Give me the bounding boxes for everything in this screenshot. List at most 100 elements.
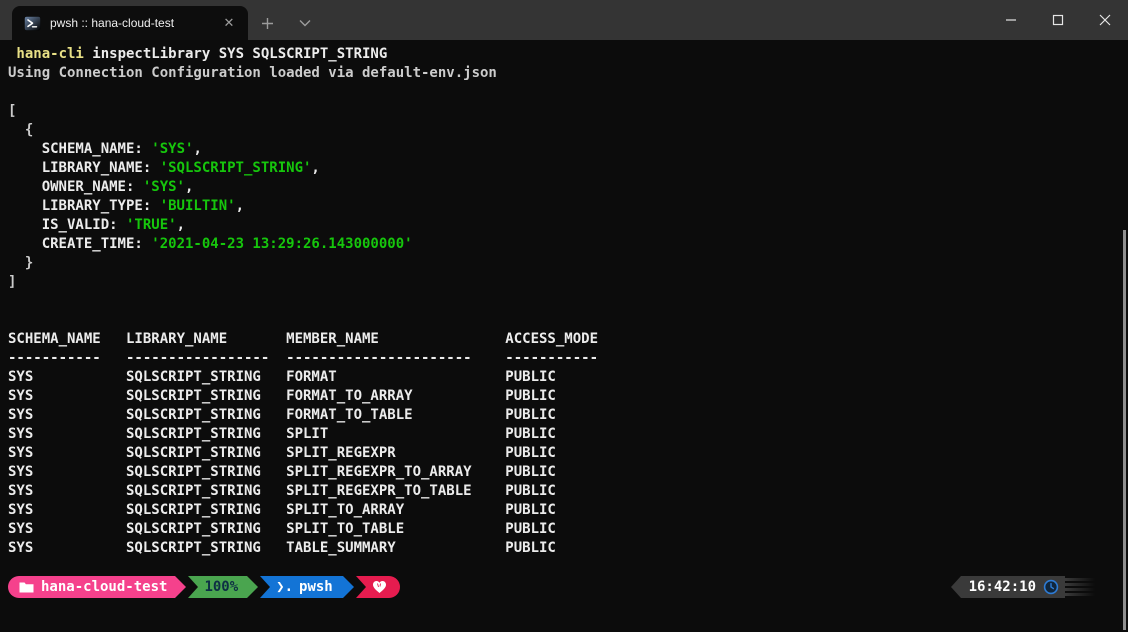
- chevron-down-icon: [299, 20, 311, 27]
- prompt-bar: hana-cloud-test 100% ❯. pwsh: [8, 576, 400, 598]
- col-header-member-name: MEMBER_NAME: [286, 331, 379, 347]
- tab-dropdown-button[interactable]: [286, 9, 324, 37]
- cell-schema: SYS: [8, 521, 34, 537]
- terminal-window: pwsh :: hana-cloud-test ✕ hana-cli inspe…: [0, 0, 1128, 632]
- prompt-shell-label: pwsh: [299, 579, 333, 595]
- json-value: 'BUILTIN': [159, 198, 236, 214]
- cell-library: SQLSCRIPT_STRING: [126, 426, 261, 442]
- json-field-line: OWNER_NAME: 'SYS',: [8, 178, 1128, 197]
- table-row: SYS SQLSCRIPT_STRING SPLIT_REGEXPR_TO_AR…: [8, 463, 1128, 482]
- cell-library: SQLSCRIPT_STRING: [126, 369, 261, 385]
- cell-access: PUBLIC: [505, 502, 556, 518]
- cell-member: SPLIT_TO_ARRAY: [286, 502, 405, 518]
- clock-segment: 16:42:10: [950, 576, 1095, 598]
- col-header-library-name: LIBRARY_NAME: [126, 331, 228, 347]
- cell-member: SPLIT_REGEXPR: [286, 445, 396, 461]
- cell-member: SPLIT_TO_TABLE: [286, 521, 405, 537]
- table-body: SYS SQLSCRIPT_STRING FORMAT PUBLIC SYS S…: [8, 368, 1128, 558]
- col-header-schema-name: SCHEMA_NAME: [8, 331, 101, 347]
- minimize-icon: [1005, 19, 1016, 21]
- command-line: hana-cli inspectLibrary SYS SQLSCRIPT_STR…: [8, 45, 1128, 64]
- prompt-percent-label: 100%: [204, 579, 239, 595]
- json-comma: ,: [185, 179, 194, 195]
- clock-icon: [1043, 579, 1059, 595]
- prompt-status-segment: [355, 576, 400, 598]
- scrollbar-thumb[interactable]: [1123, 230, 1126, 630]
- json-bracket-open: [: [8, 103, 17, 119]
- powerline-arrow: [247, 576, 259, 598]
- json-value: 'SQLSCRIPT_STRING': [159, 160, 312, 176]
- json-fields: SCHEMA_NAME: 'SYS', LIBRARY_NAME: 'SQLSCRIP…: [8, 140, 1128, 254]
- tab-close-icon[interactable]: ✕: [218, 12, 240, 34]
- prompt-shell-segment: ❯. pwsh: [260, 576, 343, 598]
- json-comma: ,: [193, 141, 202, 157]
- tab-title: pwsh :: hana-cloud-test: [50, 16, 175, 30]
- table-underline-row: ----------- ----------------- ----------…: [8, 350, 598, 366]
- terminal-screen[interactable]: hana-cli inspectLibrary SYS SQLSCRIPT_STR…: [0, 40, 1128, 632]
- cell-schema: SYS: [8, 369, 34, 385]
- json-value: 'SYS': [142, 179, 185, 195]
- clock-time: 16:42:10: [968, 579, 1036, 595]
- json-value: 'TRUE': [125, 217, 177, 233]
- json-key: LIBRARY_TYPE:: [41, 198, 152, 214]
- json-value: '2021-04-23 13:29:26.143000000': [151, 236, 413, 252]
- cell-access: PUBLIC: [505, 388, 556, 404]
- powerline-arrow: [342, 576, 354, 598]
- table-row: SYS SQLSCRIPT_STRING SPLIT PUBLIC: [8, 425, 1128, 444]
- cell-schema: SYS: [8, 426, 34, 442]
- json-comma: ,: [311, 160, 320, 176]
- json-comma: ,: [176, 217, 185, 233]
- json-brace-close: }: [24, 255, 34, 271]
- titlebar: pwsh :: hana-cloud-test ✕: [0, 0, 1128, 40]
- new-tab-button[interactable]: [248, 9, 286, 37]
- table-row: SYS SQLSCRIPT_STRING FORMAT_TO_TABLE PUB…: [8, 406, 1128, 425]
- cell-library: SQLSCRIPT_STRING: [126, 502, 261, 518]
- cell-schema: SYS: [8, 540, 34, 556]
- minimize-button[interactable]: [987, 0, 1034, 40]
- cell-access: PUBLIC: [505, 483, 556, 499]
- table-row: SYS SQLSCRIPT_STRING TABLE_SUMMARY PUBLI…: [8, 539, 1128, 558]
- json-field-line: SCHEMA_NAME: 'SYS',: [8, 140, 1128, 159]
- powershell-icon: [24, 15, 41, 31]
- prompt-path-segment: hana-cloud-test: [8, 576, 176, 598]
- json-field-line: CREATE_TIME: '2021-04-23 13:29:26.1430000…: [8, 235, 1128, 254]
- cell-schema: SYS: [8, 483, 34, 499]
- cell-access: PUBLIC: [505, 407, 556, 423]
- cell-member: FORMAT_TO_TABLE: [286, 407, 413, 423]
- close-button[interactable]: [1081, 0, 1128, 40]
- json-key: SCHEMA_NAME:: [41, 141, 143, 157]
- folder-icon: [19, 582, 34, 592]
- prompt-folder-label: hana-cloud-test: [41, 579, 168, 595]
- cell-member: SPLIT: [286, 426, 329, 442]
- info-line: Using Connection Configuration loaded vi…: [8, 65, 497, 81]
- table-row: SYS SQLSCRIPT_STRING SPLIT_REGEXPR_TO_TA…: [8, 482, 1128, 501]
- command-program: hana-cli: [16, 46, 84, 62]
- json-field-line: LIBRARY_NAME: 'SQLSCRIPT_STRING',: [8, 159, 1128, 178]
- cell-member: FORMAT_TO_ARRAY: [286, 388, 413, 404]
- col-header-access-mode: ACCESS_MODE: [505, 331, 598, 347]
- cell-library: SQLSCRIPT_STRING: [126, 483, 261, 499]
- clock-fade-dither: [1065, 576, 1095, 598]
- json-key: CREATE_TIME:: [41, 236, 143, 252]
- table-row: SYS SQLSCRIPT_STRING SPLIT_TO_TABLE PUBL…: [8, 520, 1128, 539]
- json-comma: ,: [235, 198, 244, 214]
- json-field-line: LIBRARY_TYPE: 'BUILTIN',: [8, 197, 1128, 216]
- cell-library: SQLSCRIPT_STRING: [126, 464, 261, 480]
- maximize-button[interactable]: [1034, 0, 1081, 40]
- heart-icon: [372, 581, 386, 593]
- cell-access: PUBLIC: [505, 521, 556, 537]
- cell-access: PUBLIC: [505, 369, 556, 385]
- cell-library: SQLSCRIPT_STRING: [126, 540, 261, 556]
- json-bracket-close: ]: [8, 274, 17, 290]
- cell-access: PUBLIC: [505, 445, 556, 461]
- powerline-arrow-left: [950, 576, 961, 598]
- cell-schema: SYS: [8, 502, 34, 518]
- cell-library: SQLSCRIPT_STRING: [126, 445, 261, 461]
- cell-library: SQLSCRIPT_STRING: [126, 388, 261, 404]
- powerline-arrow: [175, 576, 187, 598]
- cell-schema: SYS: [8, 464, 34, 480]
- cell-schema: SYS: [8, 388, 34, 404]
- tab-pwsh-hana-cloud-test[interactable]: pwsh :: hana-cloud-test ✕: [12, 6, 248, 40]
- cell-access: PUBLIC: [505, 540, 556, 556]
- json-key: OWNER_NAME:: [41, 179, 135, 195]
